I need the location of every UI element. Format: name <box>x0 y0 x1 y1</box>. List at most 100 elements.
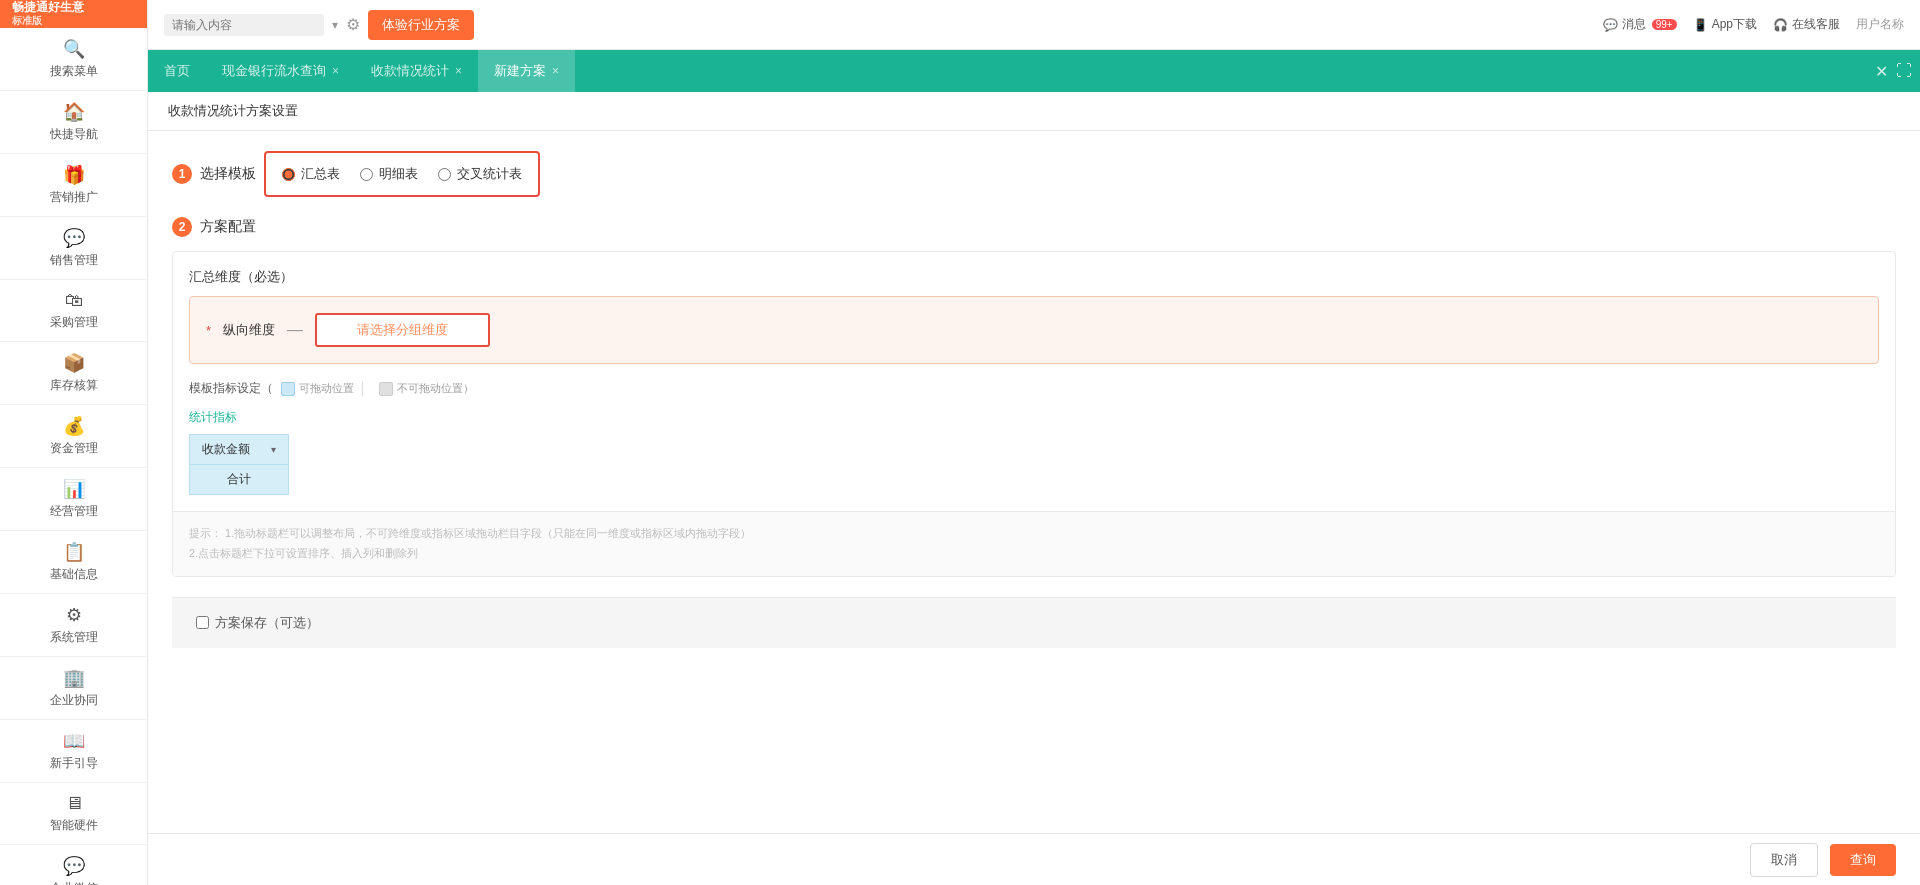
trial-button[interactable]: 体验行业方案 <box>368 10 474 40</box>
page-title: 收款情况统计方案设置 <box>148 92 1920 131</box>
sidebar-item-guide[interactable]: 📖 新手引导 <box>0 720 147 783</box>
radio-detail-input[interactable] <box>360 168 373 181</box>
tab-receipt-stats-close-icon[interactable]: × <box>455 64 462 78</box>
step2-title: 方案配置 <box>200 218 256 236</box>
sidebar-item-finance[interactable]: 💰 资金管理 <box>0 405 147 468</box>
sidebar: 畅捷通好生意 标准版 🔍 搜索菜单 🏠 快捷导航 🎁 营销推广 💬 销售管理 🛍… <box>0 0 148 885</box>
app-download-action[interactable]: 📱 App下载 <box>1693 16 1757 33</box>
top-header: ▾ ⚙ 体验行业方案 💬 消息 99+ 📱 App下载 🎧 在线客服 用户名称 <box>148 0 1920 50</box>
save-checkbox[interactable] <box>196 616 209 629</box>
metrics-legend: 模板指标设定（ 可拖动位置 ▏ 不可拖动位置） <box>189 380 1879 397</box>
purchase-icon: 🛍 <box>65 290 83 311</box>
dimension-area: * 纵向维度 — 请选择分组维度 <box>189 296 1879 364</box>
sidebar-item-basic-info[interactable]: 📋 基础信息 <box>0 531 147 594</box>
dropdown-arrow-icon[interactable]: ▾ <box>332 18 338 32</box>
marketing-icon: 🎁 <box>63 164 85 186</box>
header-left: ▾ ⚙ 体验行业方案 <box>164 10 474 40</box>
metrics-col-header[interactable]: 收款金额 ▾ <box>189 434 289 465</box>
tab-expand-icon[interactable]: ⛶ <box>1896 62 1912 80</box>
tab-home[interactable]: 首页 <box>148 50 206 92</box>
query-button[interactable]: 查询 <box>1830 844 1896 876</box>
tab-close-icon[interactable]: ✕ <box>1875 62 1888 81</box>
sidebar-item-label: 采购管理 <box>50 314 98 331</box>
message-badge: 99+ <box>1652 19 1677 30</box>
inventory-icon: 📦 <box>63 352 85 374</box>
main-area: ▾ ⚙ 体验行业方案 💬 消息 99+ 📱 App下载 🎧 在线客服 用户名称 … <box>148 0 1920 885</box>
message-action[interactable]: 💬 消息 99+ <box>1603 16 1677 33</box>
sidebar-item-quick-nav[interactable]: 🏠 快捷导航 <box>0 91 147 154</box>
logo-text: 畅捷通好生意 <box>12 0 84 14</box>
tab-bar-actions: ✕ ⛶ <box>1875 62 1920 81</box>
sidebar-item-label: 基础信息 <box>50 566 98 583</box>
corp-icon: 🏢 <box>63 667 85 689</box>
wechat-icon: 💬 <box>63 855 85 877</box>
quick-nav-icon: 🏠 <box>63 101 85 123</box>
legend-non-draggable: 不可拖动位置） <box>379 381 474 396</box>
tab-bank-flow-close-icon[interactable]: × <box>332 64 339 78</box>
sidebar-item-label: 智能硬件 <box>50 817 98 834</box>
dimension-section-label: 汇总维度（必选） <box>189 268 1879 286</box>
message-icon: 💬 <box>1603 18 1618 32</box>
radio-summary[interactable]: 汇总表 <box>282 165 340 183</box>
sidebar-item-label: 快捷导航 <box>50 126 98 143</box>
online-service-label: 在线客服 <box>1792 16 1840 33</box>
sidebar-item-label: 营销推广 <box>50 189 98 206</box>
basic-info-icon: 📋 <box>63 541 85 563</box>
tab-new-plan[interactable]: 新建方案 × <box>478 50 575 92</box>
sidebar-item-operation[interactable]: 📊 经营管理 <box>0 468 147 531</box>
radio-detail[interactable]: 明细表 <box>360 165 418 183</box>
metrics-label-text: 模板指标设定（ <box>189 380 273 397</box>
radio-cross-input[interactable] <box>438 168 451 181</box>
sales-icon: 💬 <box>63 227 85 249</box>
sidebar-item-inventory[interactable]: 📦 库存核算 <box>0 342 147 405</box>
tab-home-label: 首页 <box>164 62 190 80</box>
search-menu-icon: 🔍 <box>63 38 85 60</box>
non-draggable-box <box>379 382 393 396</box>
content-area: 收款情况统计方案设置 1 选择模板 汇总表 <box>148 92 1920 833</box>
required-mark: * <box>206 323 211 338</box>
tab-receipt-stats-label: 收款情况统计 <box>371 62 449 80</box>
gear-icon[interactable]: ⚙ <box>346 15 360 34</box>
message-label: 消息 <box>1622 16 1646 33</box>
dimension-placeholder[interactable]: 请选择分组维度 <box>315 313 490 347</box>
dimension-section: 汇总维度（必选） * 纵向维度 — 请选择分组维度 模板指标设定（ <box>173 252 1895 511</box>
tab-new-plan-close-icon[interactable]: × <box>552 64 559 78</box>
legend-non-draggable-label: 不可拖动位置） <box>397 381 474 396</box>
tab-bank-flow-label: 现金银行流水查询 <box>222 62 326 80</box>
sidebar-item-label: 销售管理 <box>50 252 98 269</box>
sidebar-item-corp[interactable]: 🏢 企业协同 <box>0 657 147 720</box>
col-header-dropdown-icon[interactable]: ▾ <box>271 444 276 455</box>
online-service-action[interactable]: 🎧 在线客服 <box>1773 16 1840 33</box>
stats-col-title: 统计指标 <box>189 405 289 430</box>
cancel-button[interactable]: 取消 <box>1750 843 1818 877</box>
step1-number: 1 <box>172 164 192 184</box>
sidebar-item-hardware[interactable]: 🖥 智能硬件 <box>0 783 147 845</box>
radio-summary-input[interactable] <box>282 168 295 181</box>
legend-draggable: 可拖动位置 <box>281 381 354 396</box>
radio-cross-label: 交叉统计表 <box>457 165 522 183</box>
app-icon: 📱 <box>1693 18 1708 32</box>
tab-bank-flow[interactable]: 现金银行流水查询 × <box>206 50 355 92</box>
search-input[interactable] <box>164 14 324 36</box>
user-info: 用户名称 <box>1856 16 1904 33</box>
tip-2: 2.点击标题栏下拉可设置排序、插入列和删除列 <box>189 544 1879 564</box>
radio-summary-label: 汇总表 <box>301 165 340 183</box>
sidebar-item-sales[interactable]: 💬 销售管理 <box>0 217 147 280</box>
sidebar-item-wechat[interactable]: 💬 企业微信 <box>0 845 147 885</box>
sidebar-item-marketing[interactable]: 🎁 营销推广 <box>0 154 147 217</box>
save-label: 方案保存（可选） <box>215 614 319 632</box>
service-icon: 🎧 <box>1773 18 1788 32</box>
radio-cross[interactable]: 交叉统计表 <box>438 165 522 183</box>
edition-text: 标准版 <box>12 14 84 28</box>
step2-number: 2 <box>172 217 192 237</box>
sidebar-item-purchase[interactable]: 🛍 采购管理 <box>0 280 147 342</box>
sidebar-item-system[interactable]: ⚙ 系统管理 <box>0 594 147 657</box>
step1-header: 1 选择模板 <box>172 164 256 184</box>
step1-row: 1 选择模板 汇总表 明细表 <box>172 151 1896 197</box>
tab-bar: 首页 现金银行流水查询 × 收款情况统计 × 新建方案 × ✕ ⛶ <box>148 50 1920 92</box>
sidebar-item-search-menu[interactable]: 🔍 搜索菜单 <box>0 28 147 91</box>
tab-new-plan-label: 新建方案 <box>494 62 546 80</box>
app-download-label: App下载 <box>1712 16 1757 33</box>
config-section: 汇总维度（必选） * 纵向维度 — 请选择分组维度 模板指标设定（ <box>172 251 1896 577</box>
tab-receipt-stats[interactable]: 收款情况统计 × <box>355 50 478 92</box>
